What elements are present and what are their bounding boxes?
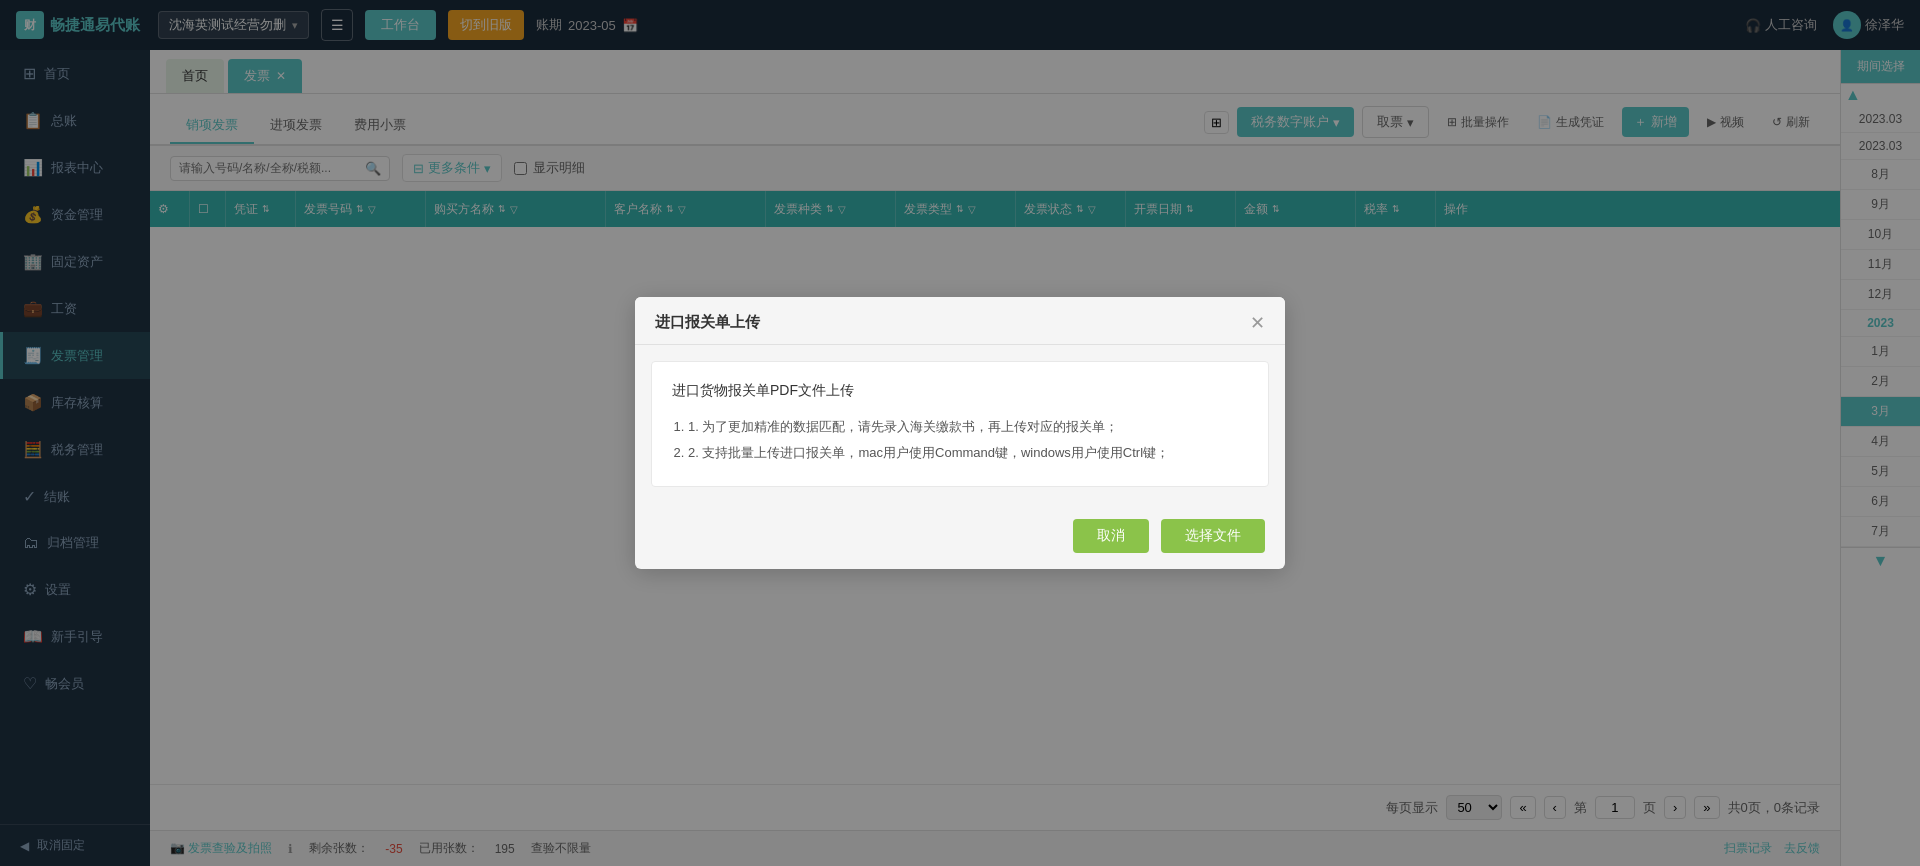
modal-overlay: 进口报关单上传 ✕ 进口货物报关单PDF文件上传 1. 为了更加精准的数据匹配，… <box>0 0 1920 866</box>
modal-close-button[interactable]: ✕ <box>1250 314 1265 332</box>
modal-body-title: 进口货物报关单PDF文件上传 <box>672 382 1248 400</box>
modal-select-file-button[interactable]: 选择文件 <box>1161 519 1265 553</box>
modal-body: 进口货物报关单PDF文件上传 1. 为了更加精准的数据匹配，请先录入海关缴款书，… <box>651 361 1269 487</box>
modal-title: 进口报关单上传 <box>655 313 760 332</box>
modal-instruction-1: 1. 为了更加精准的数据匹配，请先录入海关缴款书，再上传对应的报关单； <box>688 414 1248 440</box>
modal-dialog: 进口报关单上传 ✕ 进口货物报关单PDF文件上传 1. 为了更加精准的数据匹配，… <box>635 297 1285 569</box>
modal-header: 进口报关单上传 ✕ <box>635 297 1285 345</box>
modal-footer: 取消 选择文件 <box>635 503 1285 569</box>
modal-cancel-button[interactable]: 取消 <box>1073 519 1149 553</box>
modal-instructions: 1. 为了更加精准的数据匹配，请先录入海关缴款书，再上传对应的报关单； 2. 支… <box>672 414 1248 466</box>
modal-instruction-2: 2. 支持批量上传进口报关单，mac用户使用Command键，windows用户… <box>688 440 1248 466</box>
